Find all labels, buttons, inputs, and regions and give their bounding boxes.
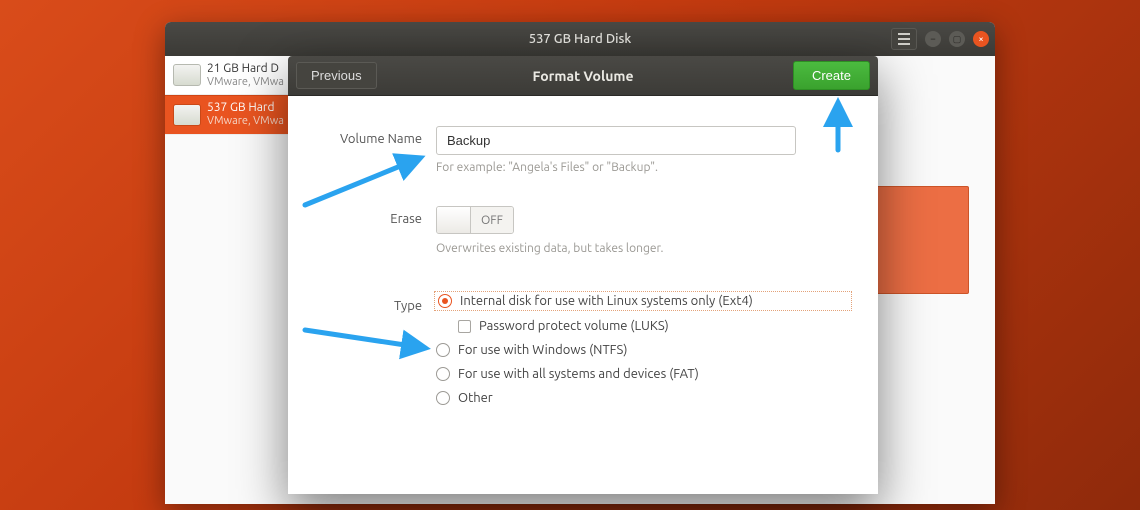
format-volume-dialog: Previous Format Volume Create Volume Nam… [288,56,878,494]
minimize-button[interactable]: – [925,31,941,47]
type-option-other[interactable]: Other [436,391,850,405]
disk-title: 537 GB Hard [207,101,284,115]
type-option-label: Other [458,391,493,405]
disk-subtitle: VMware, VMwa [207,115,284,128]
erase-label: Erase [316,206,436,226]
type-label: Type [316,293,436,313]
type-option-fat[interactable]: For use with all systems and devices (FA… [436,367,850,381]
volume-name-input[interactable] [436,126,796,155]
radio-icon [436,367,450,381]
type-option-ext4[interactable]: Internal disk for use with Linux systems… [436,293,850,309]
create-button[interactable]: Create [793,61,870,90]
titlebar: 537 GB Hard Disk – ▢ × [165,22,995,56]
radio-icon [438,294,452,308]
dialog-body: Volume Name For example: "Angela's Files… [288,96,878,433]
type-option-label: For use with all systems and devices (FA… [458,367,699,381]
toggle-state: OFF [471,207,513,233]
type-option-label: For use with Windows (NTFS) [458,343,627,357]
hdd-icon [173,104,201,126]
type-option-label: Password protect volume (LUKS) [479,319,669,333]
erase-helper: Overwrites existing data, but takes long… [436,242,850,255]
toggle-knob [437,207,471,233]
type-option-label: Internal disk for use with Linux systems… [460,294,753,308]
dialog-title: Format Volume [532,68,633,84]
disk-subtitle: VMware, VMwa [207,76,284,89]
volume-name-helper: For example: "Angela's Files" or "Backup… [436,161,850,174]
type-radio-group: Internal disk for use with Linux systems… [436,293,850,405]
checkbox-icon [458,320,471,333]
type-option-luks[interactable]: Password protect volume (LUKS) [458,319,850,333]
volume-name-label: Volume Name [316,126,436,146]
maximize-button[interactable]: ▢ [949,31,965,47]
window-title: 537 GB Hard Disk [529,32,632,46]
close-button[interactable]: × [973,31,989,47]
radio-icon [436,343,450,357]
previous-button[interactable]: Previous [296,62,377,89]
menu-button[interactable] [891,28,917,50]
type-option-ntfs[interactable]: For use with Windows (NTFS) [436,343,850,357]
radio-icon [436,391,450,405]
dialog-header: Previous Format Volume Create [288,56,878,96]
hdd-icon [173,64,201,86]
titlebar-controls: – ▢ × [891,28,989,50]
erase-toggle[interactable]: OFF [436,206,514,234]
disk-title: 21 GB Hard D [207,62,284,76]
